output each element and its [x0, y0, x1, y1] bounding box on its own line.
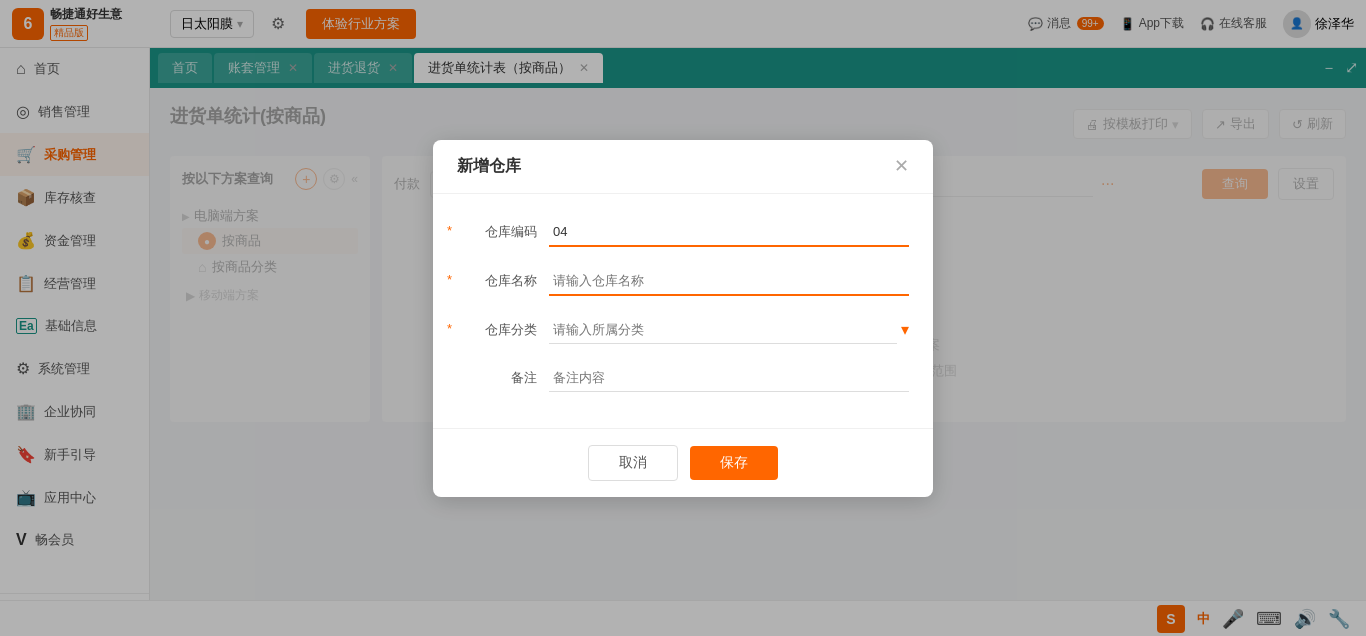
- modal-body: 仓库编码 仓库名称 仓库分类 ▾ 备注: [433, 194, 933, 428]
- warehouse-code-input[interactable]: [549, 218, 909, 247]
- warehouse-name-row: 仓库名称: [457, 267, 909, 296]
- category-dropdown-icon[interactable]: ▾: [901, 320, 909, 339]
- warehouse-note-label: 备注: [457, 369, 537, 387]
- warehouse-category-row: 仓库分类 ▾: [457, 316, 909, 344]
- modal-header: 新增仓库 ✕: [433, 140, 933, 194]
- modal-cancel-button[interactable]: 取消: [588, 445, 678, 481]
- warehouse-name-label: 仓库名称: [457, 272, 537, 290]
- modal-close-button[interactable]: ✕: [894, 157, 909, 175]
- warehouse-name-input[interactable]: [549, 267, 909, 296]
- add-warehouse-modal: 新增仓库 ✕ 仓库编码 仓库名称 仓库分类 ▾: [433, 140, 933, 497]
- warehouse-code-label: 仓库编码: [457, 223, 537, 241]
- warehouse-code-row: 仓库编码: [457, 218, 909, 247]
- modal-title: 新增仓库: [457, 156, 521, 177]
- modal-footer: 取消 保存: [433, 428, 933, 497]
- warehouse-category-wrap: ▾: [549, 316, 909, 344]
- modal-overlay: 新增仓库 ✕ 仓库编码 仓库名称 仓库分类 ▾: [0, 0, 1366, 636]
- warehouse-category-input[interactable]: [549, 316, 897, 344]
- warehouse-note-row: 备注: [457, 364, 909, 392]
- warehouse-category-label: 仓库分类: [457, 321, 537, 339]
- modal-save-button[interactable]: 保存: [690, 446, 778, 480]
- warehouse-note-input[interactable]: [549, 364, 909, 392]
